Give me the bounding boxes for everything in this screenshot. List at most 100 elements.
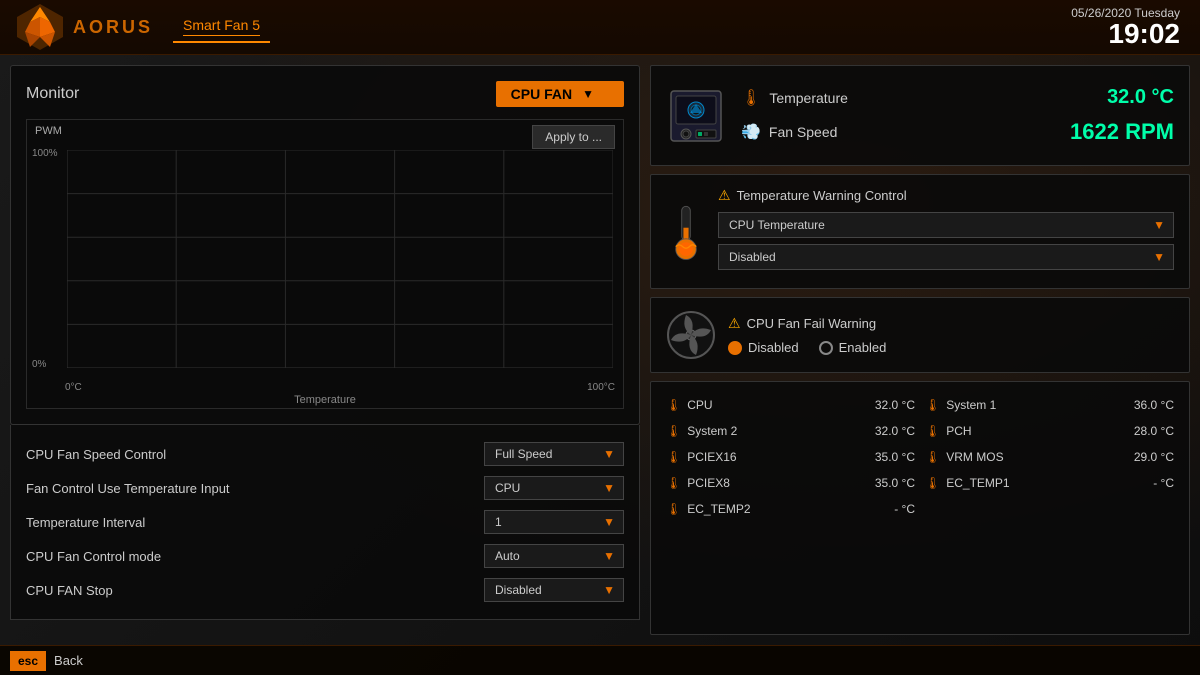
y-axis-label: PWM	[35, 125, 62, 137]
temperature-input-dropdown[interactable]: CPU ▼	[484, 476, 624, 500]
thermometer-warning-icon	[666, 202, 706, 262]
sensor-ectemp1-icon: 🌡	[925, 476, 940, 490]
setting-row-4: CPU FAN Stop Disabled ▼	[26, 573, 624, 607]
fan-fail-title: CPU Fan Fail Warning	[747, 316, 877, 331]
warning-title: ⚠ Temperature Warning Control	[718, 187, 1174, 204]
dropdown-arrow-icon: ▼	[603, 583, 615, 597]
pc-case-icon	[666, 86, 726, 146]
sensor-vrmmos: 🌡 VRM MOS 29.0 °C	[925, 446, 1174, 468]
monitor-title: Monitor	[26, 85, 79, 103]
sensor-pciex8: 🌡 PCIEX8 35.0 °C	[666, 472, 915, 494]
sensor-cpu-name: CPU	[687, 398, 712, 412]
fanfail-content: ⚠ CPU Fan Fail Warning Disabled Enabled	[728, 315, 1174, 355]
esc-button[interactable]: esc	[10, 651, 46, 671]
fan-control-mode-dropdown[interactable]: Auto ▼	[484, 544, 624, 568]
right-panel: 🌡 Temperature 32.0 °C 💨 Fan Speed 1622 R…	[650, 65, 1190, 635]
fan-fail-icon	[666, 310, 716, 360]
sensor-pciex16-name: PCIEX16	[687, 450, 736, 464]
sensor-pch: 🌡 PCH 28.0 °C	[925, 420, 1174, 442]
logo-text: AORUS	[73, 17, 153, 38]
sensor-pciex8-value: 35.0 °C	[875, 476, 915, 490]
enabled-radio[interactable]: Enabled	[819, 340, 887, 355]
temp-warning-card: ⚠ Temperature Warning Control CPU Temper…	[650, 174, 1190, 289]
aorus-logo-icon	[15, 2, 65, 52]
sensor-system2-left: 🌡 System 2	[666, 424, 737, 438]
sensor-pch-name: PCH	[946, 424, 971, 438]
fan-speed-icon: 💨	[741, 122, 761, 142]
sensor-ectemp1-name: EC_TEMP1	[946, 476, 1009, 490]
temperature-interval-dropdown[interactable]: 1 ▼	[484, 510, 624, 534]
warning-content: ⚠ Temperature Warning Control CPU Temper…	[718, 187, 1174, 276]
setting-row-2: Temperature Interval 1 ▼	[26, 505, 624, 539]
temperature-value: 32.0 °C	[1107, 86, 1174, 109]
sensors-card: 🌡 CPU 32.0 °C 🌡 System 1 36.0 °C 🌡	[650, 381, 1190, 635]
enabled-radio-indicator	[819, 341, 833, 355]
fanfail-radio-group: Disabled Enabled	[728, 340, 1174, 355]
fan-stop-dropdown[interactable]: Disabled ▼	[484, 578, 624, 602]
setting-label-2: Temperature Interval	[26, 515, 145, 530]
sensor-pch-left: 🌡 PCH	[925, 424, 972, 438]
x-min-label: 0°C	[65, 382, 82, 393]
sensor-ectemp1-value: - °C	[1153, 476, 1174, 490]
chart-grid-svg	[67, 150, 613, 368]
temp-source-dropdown[interactable]: CPU Temperature ▼	[718, 212, 1174, 238]
sensor-system1-left: 🌡 System 1	[925, 398, 996, 412]
chart-header: PWM Apply to ...	[27, 120, 623, 154]
sensor-system2-name: System 2	[687, 424, 737, 438]
monitor-header: Monitor CPU FAN ▼	[26, 81, 624, 107]
sensor-pch-icon: 🌡	[925, 424, 940, 438]
disabled-label: Disabled	[748, 340, 799, 355]
fan-speed-label: 💨 Fan Speed	[741, 122, 837, 142]
info-values: 🌡 Temperature 32.0 °C 💨 Fan Speed 1622 R…	[741, 81, 1174, 150]
sensor-vrmmos-value: 29.0 °C	[1134, 450, 1174, 464]
sensor-ectemp1: 🌡 EC_TEMP1 - °C	[925, 472, 1174, 494]
dropdown-arrow-icon: ▼	[582, 87, 594, 101]
sensor-pciex8-icon: 🌡	[666, 476, 681, 490]
sensor-vrmmos-name: VRM MOS	[946, 450, 1003, 464]
x-axis-title: Temperature	[294, 394, 356, 406]
smart-fan-tab[interactable]: Smart Fan 5	[173, 12, 270, 43]
setting-label-0: CPU Fan Speed Control	[26, 447, 166, 462]
fan-fail-card: ⚠ CPU Fan Fail Warning Disabled Enabled	[650, 297, 1190, 373]
sensor-cpu-value: 32.0 °C	[875, 398, 915, 412]
sensor-pch-value: 28.0 °C	[1134, 424, 1174, 438]
sensor-pciex8-left: 🌡 PCIEX8	[666, 476, 730, 490]
setting-label-4: CPU FAN Stop	[26, 583, 113, 598]
sensors-grid: 🌡 CPU 32.0 °C 🌡 System 1 36.0 °C 🌡	[666, 394, 1174, 520]
sensor-pciex16-icon: 🌡	[666, 450, 681, 464]
cpu-fan-dropdown[interactable]: CPU FAN ▼	[496, 81, 624, 107]
setting-label-1: Fan Control Use Temperature Input	[26, 481, 230, 496]
fan-speed-row: 💨 Fan Speed 1622 RPM	[741, 114, 1174, 150]
fanfail-warning-icon: ⚠	[728, 315, 741, 332]
sensor-ectemp2-name: EC_TEMP2	[687, 502, 750, 516]
time-display: 19:02	[1071, 20, 1180, 48]
temperature-label: 🌡 Temperature	[741, 88, 848, 108]
temperature-row: 🌡 Temperature 32.0 °C	[741, 81, 1174, 114]
setting-row-0: CPU Fan Speed Control Full Speed ▼	[26, 437, 624, 471]
temp-fan-card: 🌡 Temperature 32.0 °C 💨 Fan Speed 1622 R…	[650, 65, 1190, 166]
temp-action-dropdown[interactable]: Disabled ▼	[718, 244, 1174, 270]
dropdown-arrow-icon: ▼	[603, 447, 615, 461]
sensor-ectemp2: 🌡 EC_TEMP2 - °C	[666, 498, 915, 520]
left-panel: Monitor CPU FAN ▼ PWM Apply to ... 100% …	[10, 65, 640, 635]
sensor-pciex16: 🌡 PCIEX16 35.0 °C	[666, 446, 915, 468]
sensor-system1-value: 36.0 °C	[1134, 398, 1174, 412]
sensor-system1: 🌡 System 1 36.0 °C	[925, 394, 1174, 416]
sensor-ectemp2-left: 🌡 EC_TEMP2	[666, 502, 751, 516]
dropdown-arrow-icon: ▼	[603, 549, 615, 563]
fan-speed-value: 1622 RPM	[1070, 119, 1174, 145]
setting-row-1: Fan Control Use Temperature Input CPU ▼	[26, 471, 624, 505]
apply-to-button[interactable]: Apply to ...	[532, 125, 615, 149]
enabled-label: Enabled	[839, 340, 887, 355]
sensor-pciex8-name: PCIEX8	[687, 476, 730, 490]
fan-settings-section: CPU Fan Speed Control Full Speed ▼ Fan C…	[10, 425, 640, 620]
disabled-radio[interactable]: Disabled	[728, 340, 799, 355]
topbar: AORUS Smart Fan 5 05/26/2020 Tuesday 19:…	[0, 0, 1200, 55]
fan-speed-control-dropdown[interactable]: Full Speed ▼	[484, 442, 624, 466]
setting-row-3: CPU Fan Control mode Auto ▼	[26, 539, 624, 573]
dropdown-arrow-icon: ▼	[1153, 250, 1165, 264]
monitor-section: Monitor CPU FAN ▼ PWM Apply to ... 100% …	[10, 65, 640, 425]
sensor-cpu-icon: 🌡	[666, 398, 681, 412]
x-max-label: 100°C	[587, 382, 615, 393]
sensor-pciex16-left: 🌡 PCIEX16	[666, 450, 737, 464]
